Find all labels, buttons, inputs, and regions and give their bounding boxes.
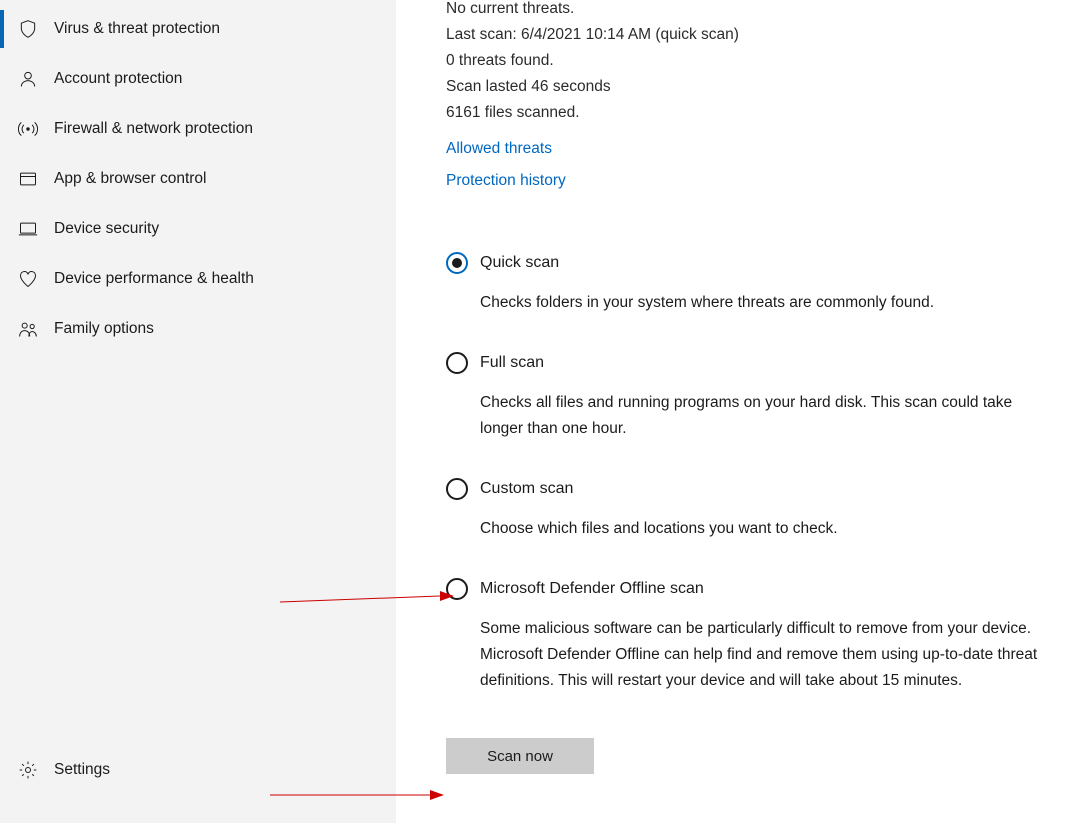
sidebar-item-firewall-network-protection[interactable]: Firewall & network protection	[0, 104, 396, 154]
sidebar-item-label: App & browser control	[44, 170, 207, 188]
sidebar-item-family-options[interactable]: Family options	[0, 304, 396, 354]
sidebar: Virus & threat protection Account protec…	[0, 0, 396, 823]
option-desc: Choose which files and locations you wan…	[480, 516, 1040, 542]
heart-icon	[12, 269, 44, 289]
option-desc: Some malicious software can be particula…	[480, 616, 1040, 694]
sidebar-item-label: Device security	[44, 220, 159, 238]
sidebar-item-device-performance-health[interactable]: Device performance & health	[0, 254, 396, 304]
device-icon	[12, 219, 44, 239]
status-no-threats: No current threats.	[446, 0, 1054, 22]
status-last-scan: Last scan: 6/4/2021 10:14 AM (quick scan…	[446, 22, 1054, 48]
family-icon	[12, 319, 44, 339]
sidebar-item-settings[interactable]: Settings	[0, 745, 396, 795]
radio-custom-scan[interactable]	[446, 478, 468, 500]
browser-icon	[12, 169, 44, 189]
sidebar-item-label: Device performance & health	[44, 270, 254, 288]
main-content: No current threats. Last scan: 6/4/2021 …	[396, 0, 1090, 823]
sidebar-item-label: Account protection	[44, 70, 182, 88]
radio-quick-scan[interactable]	[446, 252, 468, 274]
sidebar-item-label: Firewall & network protection	[44, 120, 253, 138]
status-files-scanned: 6161 files scanned.	[446, 100, 1054, 126]
option-title: Full scan	[480, 350, 1054, 376]
link-allowed-threats[interactable]: Allowed threats	[446, 140, 1054, 158]
shield-icon	[12, 19, 44, 39]
option-title: Microsoft Defender Offline scan	[480, 576, 1054, 602]
option-offline-scan[interactable]: Microsoft Defender Offline scan Some mal…	[446, 576, 1054, 694]
sidebar-item-virus-threat-protection[interactable]: Virus & threat protection	[0, 4, 396, 54]
sidebar-item-account-protection[interactable]: Account protection	[0, 54, 396, 104]
network-icon	[12, 119, 44, 139]
status-duration: Scan lasted 46 seconds	[446, 74, 1054, 100]
sidebar-item-app-browser-control[interactable]: App & browser control	[0, 154, 396, 204]
scan-now-button[interactable]: Scan now	[446, 738, 594, 774]
option-title: Quick scan	[480, 250, 1054, 276]
option-quick-scan[interactable]: Quick scan Checks folders in your system…	[446, 250, 1054, 316]
sidebar-item-label: Settings	[44, 761, 110, 779]
sidebar-item-device-security[interactable]: Device security	[0, 204, 396, 254]
option-custom-scan[interactable]: Custom scan Choose which files and locat…	[446, 476, 1054, 542]
radio-full-scan[interactable]	[446, 352, 468, 374]
link-protection-history[interactable]: Protection history	[446, 172, 1054, 190]
sidebar-item-label: Family options	[44, 320, 154, 338]
gear-icon	[12, 760, 44, 780]
scan-options: Quick scan Checks folders in your system…	[446, 250, 1054, 694]
radio-offline-scan[interactable]	[446, 578, 468, 600]
option-desc: Checks folders in your system where thre…	[480, 290, 1040, 316]
option-full-scan[interactable]: Full scan Checks all files and running p…	[446, 350, 1054, 442]
person-icon	[12, 69, 44, 89]
sidebar-item-label: Virus & threat protection	[44, 20, 220, 38]
status-threats-found: 0 threats found.	[446, 48, 1054, 74]
option-desc: Checks all files and running programs on…	[480, 390, 1040, 442]
scan-status: No current threats. Last scan: 6/4/2021 …	[446, 0, 1054, 126]
option-title: Custom scan	[480, 476, 1054, 502]
